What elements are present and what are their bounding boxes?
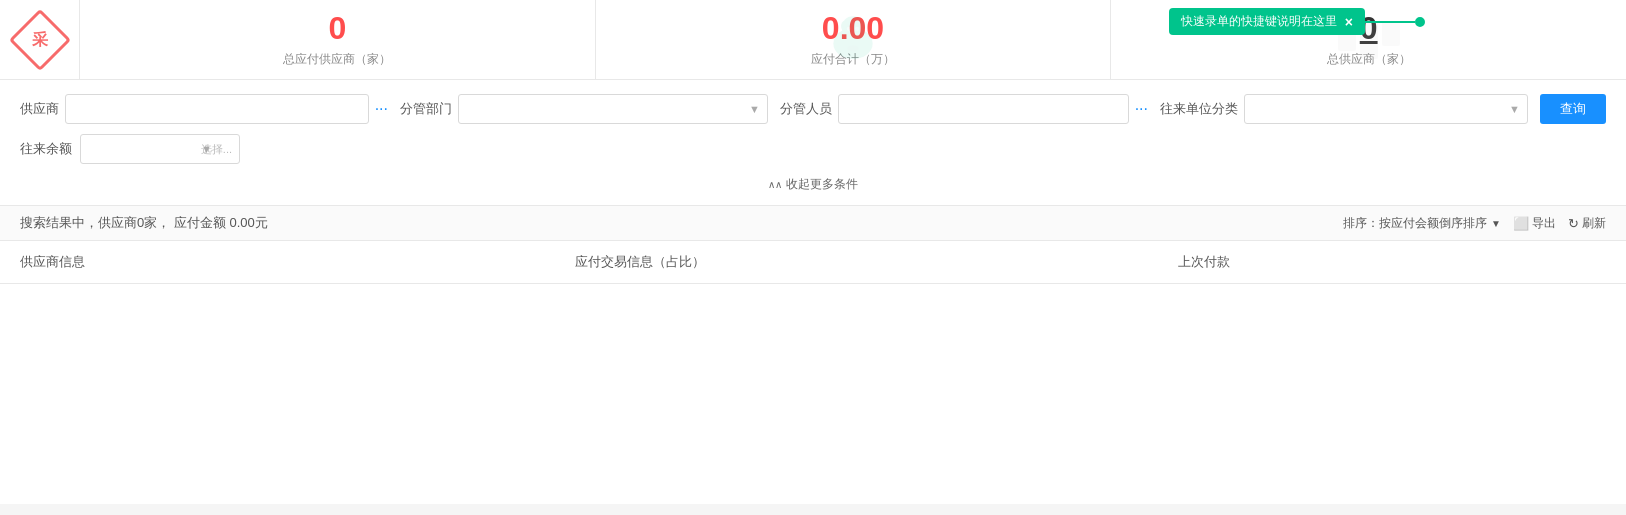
piggy-icon	[818, 5, 888, 75]
results-info: 搜索结果中，供应商0家， 应付金额 0.00元	[20, 214, 268, 232]
filter-department: 分管部门 ▼	[400, 94, 768, 124]
stat-label-payable-suppliers: 总应付供应商（家）	[283, 51, 391, 68]
balance-select[interactable]	[80, 134, 240, 164]
person-input[interactable]	[838, 94, 1129, 124]
refresh-label: 刷新	[1582, 215, 1606, 232]
results-bar: 搜索结果中，供应商0家， 应付金额 0.00元 排序：按应付会额倒序排序 ▼ ⬜…	[0, 206, 1626, 241]
logo-diamond: 采	[8, 8, 70, 70]
filter-row-2: 往来余额 选择... ▼	[20, 134, 1606, 170]
results-supplier-count: 0家	[137, 215, 157, 230]
supplier-input[interactable]	[65, 94, 369, 124]
department-select-wrapper: ▼	[458, 94, 768, 124]
logo-block: 采	[0, 0, 80, 79]
stat-number-payable-suppliers: 0	[328, 11, 346, 46]
col-payment-header: 上次付款	[1178, 253, 1606, 271]
svg-point-4	[847, 26, 851, 30]
svg-point-5	[855, 26, 859, 30]
filter-supplier: 供应商 ···	[20, 94, 388, 124]
filter-person: 分管人员 ···	[780, 94, 1148, 124]
stat-total-suppliers: 快速录单的快捷键说明在这里 × 0 总供应商（家）	[1111, 0, 1626, 79]
tooltip-container: 快速录单的快捷键说明在这里 ×	[1169, 8, 1425, 35]
balance-select-wrapper: 选择... ▼	[80, 134, 240, 164]
results-amount-value: 0.00元	[229, 215, 267, 230]
tooltip-box: 快速录单的快捷键说明在这里 ×	[1169, 8, 1365, 35]
export-label: 导出	[1532, 215, 1556, 232]
collapse-label: 收起更多条件	[786, 176, 858, 193]
query-button[interactable]: 查询	[1540, 94, 1606, 124]
svg-point-6	[847, 45, 858, 51]
export-icon: ⬜	[1513, 216, 1529, 231]
results-prefix: 搜索结果中，供应商	[20, 215, 137, 230]
collapse-row: ∧∧ 收起更多条件	[20, 170, 1606, 197]
unit-category-label: 往来单位分类	[1160, 100, 1238, 118]
person-ellipsis[interactable]: ···	[1135, 100, 1148, 118]
tooltip-line	[1365, 21, 1415, 23]
results-amount-label: 应付金额	[174, 215, 226, 230]
unit-category-select-wrapper: ▼	[1244, 94, 1528, 124]
refresh-icon: ↻	[1568, 216, 1579, 231]
results-actions: 排序：按应付会额倒序排序 ▼ ⬜ 导出 ↻ 刷新	[1343, 215, 1606, 232]
tooltip-close-btn[interactable]: ×	[1345, 14, 1353, 30]
table-header: 供应商信息 应付交易信息（占比） 上次付款	[0, 241, 1626, 284]
person-label: 分管人员	[780, 100, 832, 118]
department-select[interactable]	[458, 94, 768, 124]
filter-area: 供应商 ··· 分管部门 ▼ 分管人员 ··· 往来单位分类	[0, 80, 1626, 206]
filter-unit-category: 往来单位分类 ▼	[1160, 94, 1528, 124]
stat-total-payable-suppliers: 0 总应付供应商（家）	[80, 0, 596, 79]
col-transaction-header: 应付交易信息（占比）	[575, 253, 1178, 271]
sort-label: 排序：按应付会额倒序排序	[1343, 215, 1487, 232]
supplier-ellipsis[interactable]: ···	[375, 100, 388, 118]
stat-payable-total: 0.00 应付合计（万）	[596, 0, 1112, 79]
supplier-label: 供应商	[20, 100, 59, 118]
filter-row-1: 供应商 ··· 分管部门 ▼ 分管人员 ··· 往来单位分类	[20, 94, 1606, 124]
collapse-button[interactable]: ∧∧ 收起更多条件	[768, 176, 858, 193]
col-supplier-header: 供应商信息	[20, 253, 575, 271]
tooltip-text: 快速录单的快捷键说明在这里	[1181, 13, 1337, 30]
collapse-up-icon: ∧∧	[768, 179, 782, 190]
stats-bar: 采 0 总应付供应商（家） 0.00 应付合计（万）	[0, 0, 1626, 80]
table-body	[0, 284, 1626, 504]
sort-button[interactable]: 排序：按应付会额倒序排序 ▼	[1343, 215, 1501, 232]
tooltip-dot	[1415, 17, 1425, 27]
department-label: 分管部门	[400, 100, 452, 118]
sort-chevron-icon: ▼	[1491, 218, 1501, 229]
results-summary: 搜索结果中，供应商0家， 应付金额 0.00元	[20, 214, 268, 232]
export-button[interactable]: ⬜ 导出	[1513, 215, 1556, 232]
refresh-button[interactable]: ↻ 刷新	[1568, 215, 1606, 232]
unit-category-select[interactable]	[1244, 94, 1528, 124]
logo-text: 采	[32, 29, 48, 50]
balance-label: 往来余额	[20, 140, 72, 158]
